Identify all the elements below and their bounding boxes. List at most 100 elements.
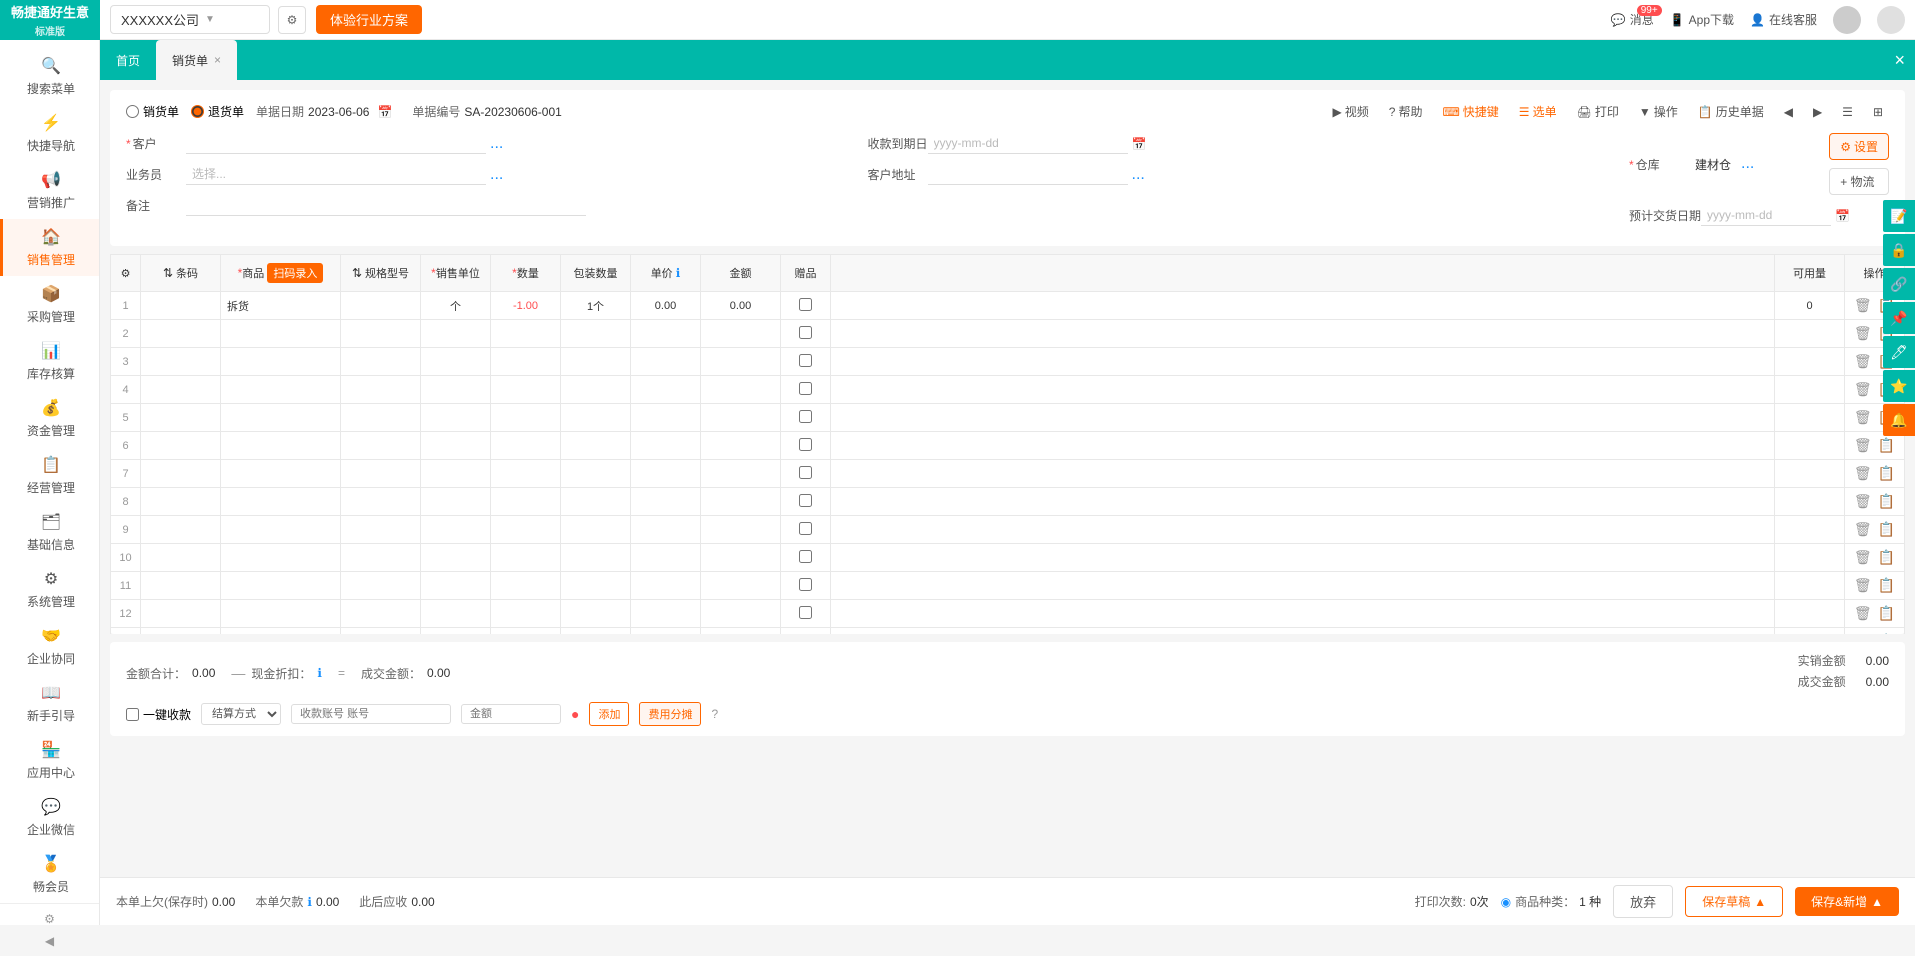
- cell-unit[interactable]: [421, 432, 491, 460]
- th-pack[interactable]: 包装数量: [561, 255, 631, 292]
- cell-amount[interactable]: 0.00: [701, 292, 781, 320]
- gift-checkbox[interactable]: [799, 382, 812, 395]
- delete-icon[interactable]: 🗑: [1854, 493, 1872, 510]
- prev-record-button[interactable]: ◀: [1778, 102, 1799, 122]
- cell-price[interactable]: [631, 572, 701, 600]
- tab-home[interactable]: 首页: [100, 40, 156, 80]
- trial-button[interactable]: 体验行业方案: [316, 5, 422, 34]
- sidebar-item-system[interactable]: ⚙ 系统管理: [0, 561, 99, 618]
- abandon-button[interactable]: 放弃: [1613, 885, 1673, 918]
- window-close-icon[interactable]: ×: [1894, 50, 1905, 71]
- delete-icon[interactable]: 🗑: [1854, 409, 1872, 426]
- cell-product[interactable]: [221, 460, 341, 488]
- cell-product[interactable]: [221, 628, 341, 635]
- cell-gift[interactable]: [781, 600, 831, 628]
- gift-checkbox[interactable]: [799, 466, 812, 479]
- sidebar-item-member[interactable]: 🏅 畅会员: [0, 846, 99, 903]
- history-button[interactable]: 📋 历史单据: [1692, 100, 1770, 123]
- avatar-extra[interactable]: [1877, 6, 1905, 34]
- sidebar-item-search[interactable]: 🔍 搜索菜单: [0, 48, 99, 105]
- cell-price[interactable]: [631, 404, 701, 432]
- cell-pack[interactable]: [561, 432, 631, 460]
- one-click-payment-input[interactable]: [126, 708, 139, 721]
- cell-amount[interactable]: [701, 460, 781, 488]
- cell-unit[interactable]: [421, 320, 491, 348]
- float-btn-2[interactable]: 🔒: [1883, 234, 1915, 266]
- cell-product[interactable]: [221, 404, 341, 432]
- delete-icon[interactable]: 🗑: [1854, 605, 1872, 622]
- cell-spec[interactable]: [341, 320, 421, 348]
- cell-unit[interactable]: [421, 460, 491, 488]
- cell-amount[interactable]: [701, 376, 781, 404]
- cell-amount[interactable]: [701, 320, 781, 348]
- delivery-calendar-icon[interactable]: 📅: [1831, 209, 1854, 223]
- cell-gift[interactable]: [781, 628, 831, 635]
- cell-amount[interactable]: [701, 544, 781, 572]
- online-service-button[interactable]: 👤 在线客服: [1750, 11, 1817, 28]
- float-btn-4[interactable]: 📌: [1883, 302, 1915, 334]
- settings-icon[interactable]: ⚙: [278, 6, 306, 34]
- discount-info-icon[interactable]: ℹ: [317, 666, 322, 680]
- cell-gift[interactable]: [781, 544, 831, 572]
- delete-icon[interactable]: 🗑: [1854, 297, 1872, 314]
- sidebar-item-base[interactable]: 🗂 基础信息: [0, 504, 99, 561]
- sidebar-item-marketing[interactable]: 📢 营销推广: [0, 162, 99, 219]
- gift-checkbox[interactable]: [799, 354, 812, 367]
- cell-spec[interactable]: [341, 544, 421, 572]
- view-toggle-grid[interactable]: ⊞: [1867, 102, 1889, 122]
- cell-pack[interactable]: [561, 348, 631, 376]
- gift-checkbox[interactable]: [799, 634, 812, 635]
- cell-gift[interactable]: [781, 292, 831, 320]
- cell-remark[interactable]: [831, 432, 1775, 460]
- product-type-radio-icon[interactable]: ◉: [1501, 895, 1511, 909]
- cell-barcode[interactable]: [141, 348, 221, 376]
- copy-icon[interactable]: 📋: [1878, 437, 1895, 454]
- cell-qty[interactable]: [491, 544, 561, 572]
- cell-pack[interactable]: [561, 460, 631, 488]
- cell-unit[interactable]: [421, 488, 491, 516]
- cell-pack[interactable]: [561, 404, 631, 432]
- cell-gift[interactable]: [781, 404, 831, 432]
- cell-unit[interactable]: [421, 404, 491, 432]
- copy-icon[interactable]: 📋: [1878, 549, 1895, 566]
- receipt-calendar-icon[interactable]: 📅: [1128, 137, 1151, 151]
- float-btn-1[interactable]: 📝: [1883, 200, 1915, 232]
- cell-spec[interactable]: [341, 516, 421, 544]
- cell-price[interactable]: 0.00: [631, 292, 701, 320]
- cell-spec[interactable]: [341, 376, 421, 404]
- cell-barcode[interactable]: [141, 628, 221, 635]
- cell-gift[interactable]: [781, 488, 831, 516]
- company-selector[interactable]: XXXXXX公司 ▼: [110, 5, 270, 34]
- cell-price[interactable]: [631, 628, 701, 635]
- cell-qty[interactable]: [491, 460, 561, 488]
- date-picker-icon[interactable]: 📅: [373, 105, 396, 119]
- cell-gift[interactable]: [781, 376, 831, 404]
- operate-button[interactable]: ▼ 操作: [1633, 100, 1684, 123]
- cell-product[interactable]: [221, 488, 341, 516]
- cell-remark[interactable]: [831, 460, 1775, 488]
- cell-spec[interactable]: [341, 292, 421, 320]
- delete-icon[interactable]: 🗑: [1854, 577, 1872, 594]
- cell-pack[interactable]: [561, 488, 631, 516]
- cell-barcode[interactable]: [141, 544, 221, 572]
- cell-amount[interactable]: [701, 488, 781, 516]
- shortcut-button[interactable]: ⌨ 快捷键: [1436, 100, 1504, 123]
- cell-spec[interactable]: [341, 628, 421, 635]
- copy-icon[interactable]: 📋: [1878, 633, 1895, 634]
- cell-pack[interactable]: [561, 320, 631, 348]
- cell-product[interactable]: [221, 600, 341, 628]
- cell-amount[interactable]: [701, 572, 781, 600]
- cell-product[interactable]: [221, 544, 341, 572]
- cell-qty[interactable]: [491, 488, 561, 516]
- cell-gift[interactable]: [781, 516, 831, 544]
- sidebar-item-finance[interactable]: 💰 资金管理: [0, 390, 99, 447]
- sidebar-item-guide[interactable]: 📖 新手引导: [0, 675, 99, 732]
- tab-sales-order[interactable]: 销货单 ×: [156, 40, 237, 80]
- cell-price[interactable]: [631, 432, 701, 460]
- cell-price[interactable]: [631, 516, 701, 544]
- cell-unit[interactable]: [421, 348, 491, 376]
- cell-remark[interactable]: [831, 292, 1775, 320]
- cell-qty[interactable]: [491, 348, 561, 376]
- payment-amount-input[interactable]: [461, 704, 561, 724]
- gift-checkbox[interactable]: [799, 298, 812, 311]
